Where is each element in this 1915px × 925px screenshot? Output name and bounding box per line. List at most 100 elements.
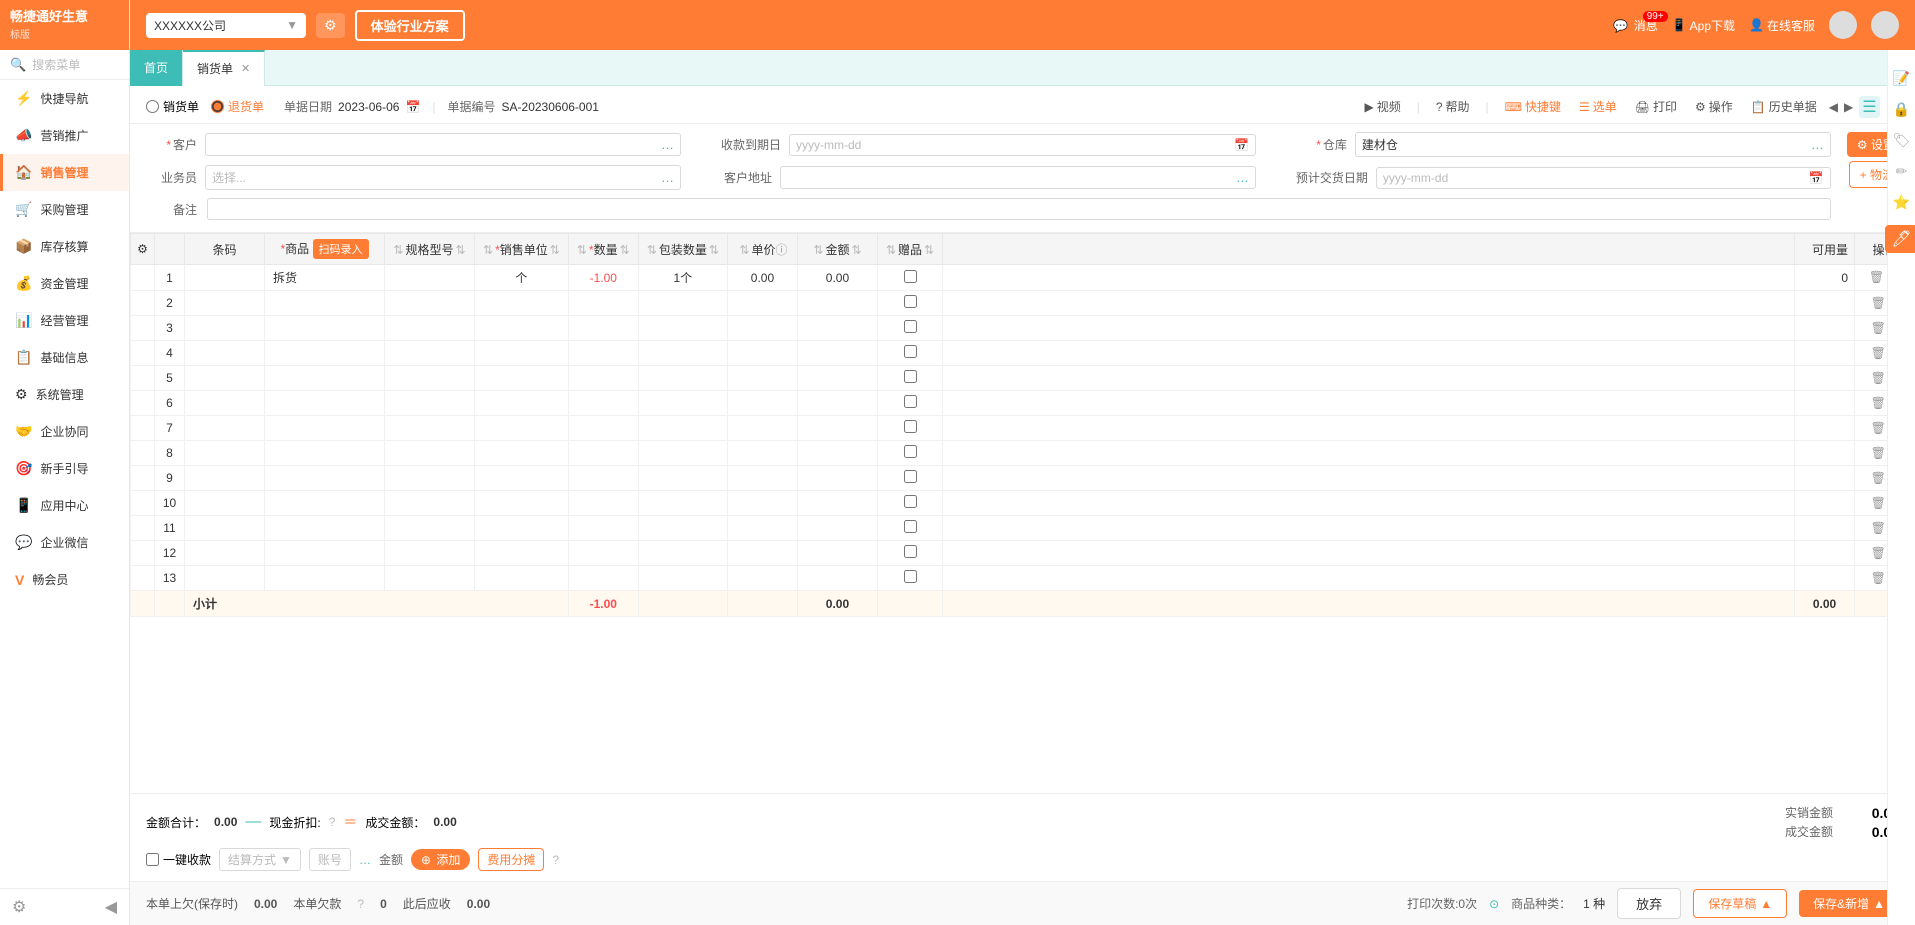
one-key-pay-label[interactable]: 一键收款 — [146, 851, 211, 868]
td-amount-1[interactable]: 0.00 — [797, 265, 877, 291]
one-key-pay-checkbox[interactable] — [146, 853, 159, 866]
price-info-icon[interactable]: ⓘ — [775, 243, 787, 257]
sidebar-item-quick-nav[interactable]: ⚡ 快捷导航 — [0, 80, 129, 117]
td-unit[interactable] — [475, 391, 569, 416]
due-date-cal-icon[interactable]: 📅 — [1234, 138, 1249, 152]
td-spec[interactable] — [385, 441, 475, 466]
td-price[interactable] — [727, 291, 797, 316]
sidebar-item-member[interactable]: V 畅会员 — [0, 561, 129, 598]
td-spec[interactable] — [385, 491, 475, 516]
th-pack-sort[interactable]: ⇅ — [647, 243, 657, 257]
sidebar-item-basic-info[interactable]: 📋 基础信息 — [0, 339, 129, 376]
td-price[interactable] — [727, 516, 797, 541]
td-unit[interactable] — [475, 341, 569, 366]
history-btn[interactable]: 📋 历史单据 — [1745, 95, 1823, 118]
td-spec[interactable] — [385, 341, 475, 366]
expected-date-input[interactable]: yyyy-mm-dd 📅 — [1376, 167, 1831, 189]
sidebar-item-sales[interactable]: 🏠 销售管理 — [0, 154, 129, 191]
tab-close-icon[interactable]: ✕ — [241, 62, 250, 75]
radio-return-input[interactable] — [211, 100, 224, 113]
gift-checkbox[interactable] — [904, 520, 917, 533]
sidebar-item-marketing[interactable]: 📣 营销推广 — [0, 117, 129, 154]
rp-icon-4[interactable]: ✏ — [1896, 163, 1908, 180]
td-amount[interactable] — [797, 466, 877, 491]
delete-icon[interactable]: 🗑 — [1871, 371, 1886, 385]
delete-icon[interactable]: 🗑 — [1871, 471, 1886, 485]
warehouse-input[interactable]: 建材仓 … — [1355, 132, 1831, 157]
rp-icon-1[interactable]: 📝 — [1893, 70, 1910, 87]
td-barcode[interactable] — [185, 341, 265, 366]
gift-checkbox[interactable] — [904, 395, 917, 408]
td-barcode[interactable] — [185, 441, 265, 466]
td-goods[interactable] — [265, 516, 385, 541]
shortcut-btn[interactable]: ⌨ 快捷键 — [1499, 95, 1567, 118]
td-price[interactable] — [727, 566, 797, 591]
td-barcode[interactable] — [185, 491, 265, 516]
td-qty[interactable] — [568, 291, 638, 316]
td-gift[interactable] — [877, 341, 942, 366]
th-pack-sort2[interactable]: ⇅ — [709, 243, 719, 257]
td-pack[interactable] — [638, 466, 727, 491]
td-pack[interactable] — [638, 366, 727, 391]
due-date-input[interactable]: yyyy-mm-dd 📅 — [789, 134, 1256, 156]
td-gift[interactable] — [877, 441, 942, 466]
delete-icon[interactable]: 🗑 — [1871, 346, 1886, 360]
td-pack-1[interactable]: 1个 — [638, 265, 727, 291]
company-select[interactable]: XXXXXX公司 ▼ — [146, 13, 306, 38]
gift-checkbox-1[interactable] — [904, 270, 917, 283]
td-amount[interactable] — [797, 291, 877, 316]
gift-checkbox[interactable] — [904, 545, 917, 558]
td-gift[interactable] — [877, 416, 942, 441]
td-price[interactable] — [727, 491, 797, 516]
delete-icon-1[interactable]: 🗑 — [1869, 270, 1884, 284]
td-goods[interactable] — [265, 466, 385, 491]
td-qty[interactable] — [568, 416, 638, 441]
td-goods[interactable] — [265, 416, 385, 441]
td-price[interactable] — [727, 541, 797, 566]
td-goods[interactable] — [265, 316, 385, 341]
td-qty[interactable] — [568, 391, 638, 416]
tab-sales-order[interactable]: 销货单 ✕ — [183, 50, 265, 86]
delete-icon[interactable]: 🗑 — [1871, 521, 1886, 535]
td-unit[interactable] — [475, 541, 569, 566]
td-unit[interactable] — [475, 366, 569, 391]
td-unit[interactable] — [475, 316, 569, 341]
td-spec-1[interactable] — [385, 265, 475, 291]
td-spec[interactable] — [385, 416, 475, 441]
td-spec[interactable] — [385, 516, 475, 541]
td-barcode[interactable] — [185, 366, 265, 391]
customer-address-input[interactable]: … — [780, 166, 1256, 189]
account-select[interactable]: 账号 — [309, 848, 351, 871]
radio-return-label[interactable]: 退货单 — [211, 98, 264, 115]
td-pack[interactable] — [638, 541, 727, 566]
td-qty[interactable] — [568, 316, 638, 341]
td-spec[interactable] — [385, 566, 475, 591]
td-unit[interactable] — [475, 466, 569, 491]
td-unit[interactable] — [475, 441, 569, 466]
delete-icon[interactable]: 🗑 — [1871, 296, 1886, 310]
td-pack[interactable] — [638, 316, 727, 341]
td-amount[interactable] — [797, 441, 877, 466]
th-price-sort[interactable]: ⇅ — [739, 243, 749, 257]
goods-count-icon[interactable]: ⊙ — [1489, 897, 1499, 911]
topbar-gear-button[interactable]: ⚙ — [316, 13, 345, 38]
th-spec-sort[interactable]: ⇅ — [393, 243, 403, 257]
th-qty-sort[interactable]: ⇅ — [577, 243, 587, 257]
td-pack[interactable] — [638, 341, 727, 366]
sidebar-item-wechat[interactable]: 💬 企业微信 — [0, 524, 129, 561]
td-amount[interactable] — [797, 416, 877, 441]
video-btn[interactable]: ▶ 视频 — [1358, 95, 1406, 118]
gift-checkbox[interactable] — [904, 470, 917, 483]
td-unit-1[interactable]: 个 — [475, 265, 569, 291]
td-pack[interactable] — [638, 416, 727, 441]
sidebar-settings-icon[interactable]: ⚙ — [12, 897, 26, 917]
online-service-btn[interactable]: 👤 在线客服 — [1749, 17, 1815, 34]
th-amount-sort2[interactable]: ⇅ — [851, 243, 861, 257]
delete-icon[interactable]: 🗑 — [1871, 396, 1886, 410]
ops-btn[interactable]: ⚙ 操作 — [1689, 95, 1739, 118]
td-barcode[interactable] — [185, 566, 265, 591]
td-qty[interactable] — [568, 541, 638, 566]
print-btn[interactable]: 🖨 打印 — [1629, 95, 1683, 118]
th-qty-sort2[interactable]: ⇅ — [620, 243, 630, 257]
select-btn[interactable]: ☰ 选单 — [1573, 95, 1623, 118]
